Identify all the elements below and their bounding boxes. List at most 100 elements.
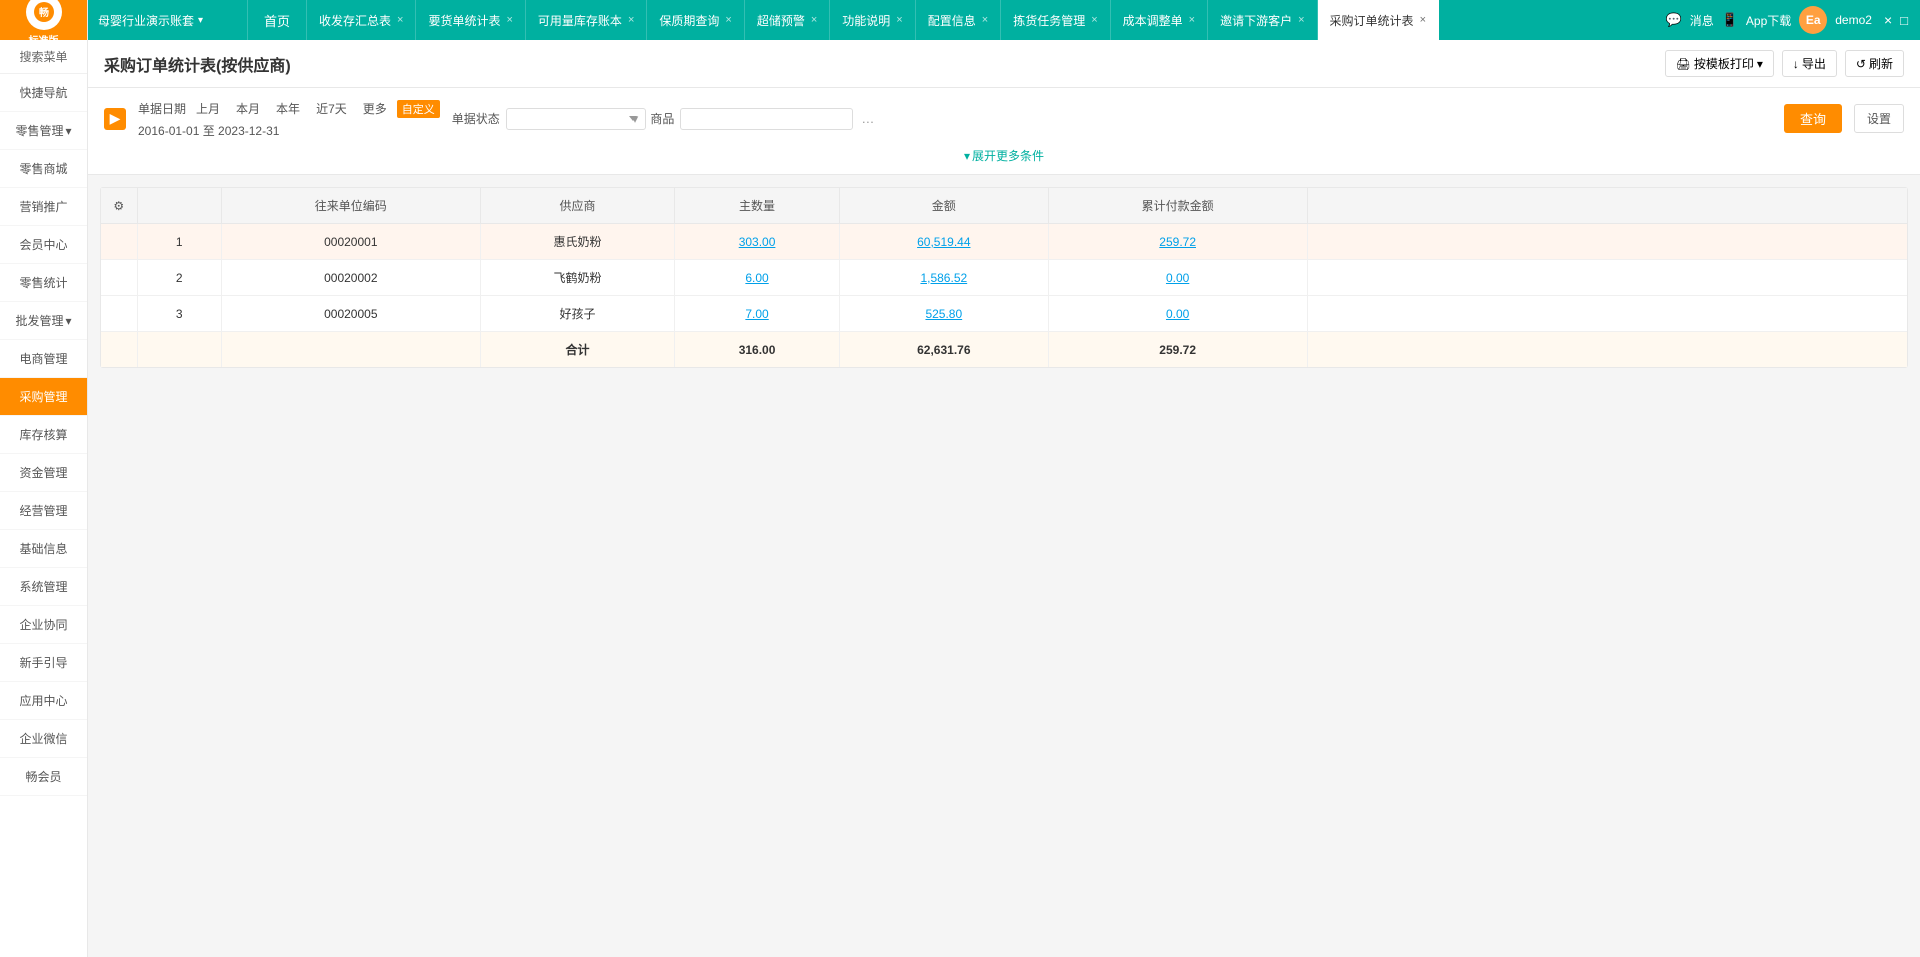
close-icon[interactable]: × [397,14,403,26]
sidebar-item-inventory-check[interactable]: 库存核算 [0,416,87,454]
col-settings[interactable]: ⚙ [101,188,137,224]
sidebar-item-search[interactable]: 搜索菜单 [0,40,87,74]
sidebar-item-new-guide[interactable]: 新手引导 [0,644,87,682]
tab-invite-downstream[interactable]: 邀请下游客户 × [1208,0,1317,40]
tab-receive-send[interactable]: 收发存汇总表 × [307,0,416,40]
tab-config-info[interactable]: 配置信息 × [916,0,1001,40]
sidebar-item-enterprise-coop[interactable]: 企业协同 [0,606,87,644]
sidebar-item-purchase-mgmt[interactable]: 采购管理 [0,378,87,416]
tab-pick-task[interactable]: 拣货任务管理 × [1001,0,1110,40]
cell-amount-2[interactable]: 1,586.52 [839,260,1048,296]
close-icon8[interactable]: × [1091,14,1097,26]
cell-num-1: 1 [137,224,221,260]
close-icon9[interactable]: × [1189,14,1195,26]
tab-overstock-warning-label: 超储预警 [757,12,805,29]
status-select[interactable] [506,108,646,130]
sidebar-item-biz-mgmt[interactable]: 经营管理 [0,492,87,530]
footer-extra [1307,332,1907,368]
close-icon2[interactable]: × [506,14,512,26]
tab-warranty-query-label: 保质期查询 [659,12,719,29]
date-btn-this-year[interactable]: 本年 [270,98,306,119]
close-icon10[interactable]: × [1298,14,1304,26]
cell-qty-3[interactable]: 7.00 [675,296,840,332]
sidebar-item-member-center[interactable]: 会员中心 [0,226,87,264]
export-icon: ↓ [1793,57,1799,71]
app-download-icon[interactable]: 📱 [1722,12,1738,28]
tab-overstock-warning[interactable]: 超储预警 × [745,0,830,40]
export-button[interactable]: ↓ 导出 [1782,50,1837,77]
sidebar-item-marketing[interactable]: 营销推广 [0,188,87,226]
window-close-btn[interactable]: × [1884,12,1892,28]
tab-home[interactable]: 首页 [248,0,307,40]
expand-more-label: 展开更多条件 [972,147,1044,164]
logo: 畅 标准版 [0,0,87,40]
sidebar-item-wholesale-mgmt[interactable]: 批发管理 ▾ [0,302,87,340]
close-icon5[interactable]: × [811,14,817,26]
close-icon6[interactable]: × [896,14,902,26]
cell-paid-1[interactable]: 259.72 [1048,224,1307,260]
cell-amount-1[interactable]: 60,519.44 [839,224,1048,260]
cell-paid-2[interactable]: 0.00 [1048,260,1307,296]
sidebar-item-sys-mgmt[interactable]: 系统管理 [0,568,87,606]
cell-supplier-1: 惠氏奶粉 [480,224,675,260]
date-btn-last-month[interactable]: 上月 [190,98,226,119]
cell-settings-3 [101,296,137,332]
close-icon4[interactable]: × [725,14,731,26]
date-btn-this-month[interactable]: 本月 [230,98,266,119]
date-btn-last7days[interactable]: 近7天 [310,98,353,119]
print-button[interactable]: 🖨 按模板打印 ▾ [1665,50,1774,77]
workspace-selector[interactable]: 母婴行业演示账套 [98,12,194,29]
refresh-button[interactable]: ↺ 刷新 [1845,50,1904,77]
cell-settings-1 [101,224,137,260]
page-content: 采购订单统计表(按供应商) 🖨 按模板打印 ▾ ↓ 导出 ↺ 刷新 [88,40,1920,957]
tab-feature-desc[interactable]: 功能说明 × [830,0,915,40]
col-qty: 主数量 [675,188,840,224]
tab-config-info-label: 配置信息 [928,12,976,29]
close-icon11[interactable]: × [1420,14,1426,26]
sidebar-item-ecommerce-mgmt[interactable]: 电商管理 [0,340,87,378]
chevron-down-icon-expand: ▾ [964,149,970,163]
cell-code-3: 00020005 [221,296,480,332]
date-quick-buttons: 上月 本月 本年 近7天 更多 自定义 [190,98,440,119]
tab-purchase-list-stats[interactable]: 要货单统计表 × [416,0,525,40]
cell-qty-1[interactable]: 303.00 [675,224,840,260]
tab-warranty-query[interactable]: 保质期查询 × [647,0,744,40]
tab-cost-adjust[interactable]: 成本调整单 × [1111,0,1208,40]
sidebar-item-pro-member[interactable]: 畅会员 [0,758,87,796]
sidebar-item-finance-mgmt[interactable]: 资金管理 [0,454,87,492]
expand-more-button[interactable]: ▾ 展开更多条件 [964,147,1044,164]
message-icon[interactable]: 💬 [1666,12,1682,28]
date-btn-more[interactable]: 更多 [357,98,393,119]
sidebar-item-retail-store[interactable]: 零售商城 [0,150,87,188]
sidebar-item-quick-nav[interactable]: 快捷导航 [0,74,87,112]
goods-more-icon[interactable]: … [861,111,874,126]
cell-num-2: 2 [137,260,221,296]
table-header-row: ⚙ 往来单位编码 供应商 主数量 金额 累计付款金额 [101,188,1907,224]
tab-pick-task-label: 拣货任务管理 [1013,12,1085,29]
query-button[interactable]: 查询 [1784,104,1842,133]
tab-available-inventory[interactable]: 可用量库存账本 × [526,0,647,40]
sidebar-item-basic-info[interactable]: 基础信息 [0,530,87,568]
avatar[interactable]: Ea [1799,6,1827,34]
data-table: ⚙ 往来单位编码 供应商 主数量 金额 累计付款金额 1 00020001 [101,188,1907,367]
chevron-down-icon: ▾ [65,124,71,138]
window-max-btn[interactable]: □ [1900,13,1908,28]
sidebar-item-retail-mgmt-label: 零售管理 [15,122,63,139]
close-icon3[interactable]: × [628,14,634,26]
tab-invite-downstream-label: 邀请下游客户 [1220,12,1292,29]
sidebar-item-retail-mgmt[interactable]: 零售管理 ▾ [0,112,87,150]
close-icon7[interactable]: × [982,14,988,26]
settings-button[interactable]: 设置 [1854,104,1904,133]
cell-amount-3[interactable]: 525.80 [839,296,1048,332]
sidebar-item-retail-stats[interactable]: 零售统计 [0,264,87,302]
filter-toggle-button[interactable]: ▶ [104,108,126,130]
sidebar-item-app-center[interactable]: 应用中心 [0,682,87,720]
tab-purchase-order-stats[interactable]: 采购订单统计表 × [1318,0,1439,40]
cell-paid-3[interactable]: 0.00 [1048,296,1307,332]
sidebar-item-enterprise-wechat[interactable]: 企业微信 [0,720,87,758]
footer-num [137,332,221,368]
export-label: 导出 [1802,55,1826,72]
date-range-display: 2016-01-01 至 2023-12-31 [138,122,440,139]
cell-qty-2[interactable]: 6.00 [675,260,840,296]
goods-input[interactable] [680,108,853,130]
